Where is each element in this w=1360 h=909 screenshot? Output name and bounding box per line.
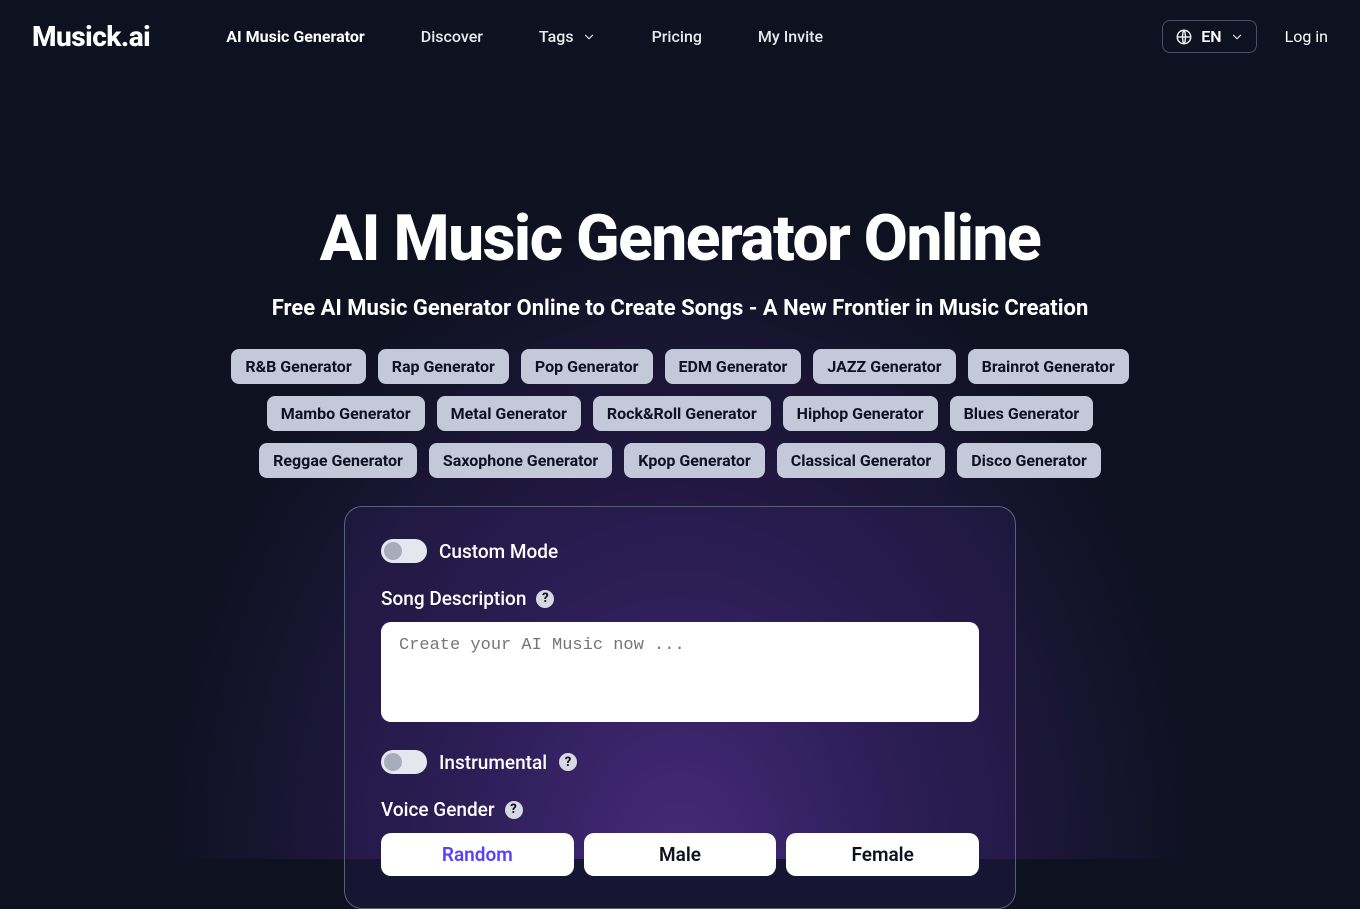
- main-nav: AI Music Generator Discover Tags Pricing…: [226, 27, 823, 46]
- nav-pricing[interactable]: Pricing: [652, 27, 702, 46]
- globe-icon: [1175, 28, 1193, 46]
- tag-rockroll[interactable]: Rock&Roll Generator: [593, 396, 771, 431]
- tag-pop[interactable]: Pop Generator: [521, 349, 653, 384]
- generator-form: Custom Mode Song Description ? Instrumen…: [344, 506, 1016, 909]
- tag-jazz[interactable]: JAZZ Generator: [813, 349, 955, 384]
- help-icon[interactable]: ?: [559, 753, 577, 771]
- nav-my-invite[interactable]: My Invite: [758, 27, 823, 46]
- tag-metal[interactable]: Metal Generator: [437, 396, 581, 431]
- custom-mode-toggle[interactable]: [381, 539, 427, 563]
- logo[interactable]: Musick.ai: [32, 20, 150, 53]
- tag-disco[interactable]: Disco Generator: [957, 443, 1101, 478]
- song-description-label: Song Description: [381, 587, 526, 610]
- tag-edm[interactable]: EDM Generator: [665, 349, 802, 384]
- tag-mambo[interactable]: Mambo Generator: [267, 396, 425, 431]
- tag-blues[interactable]: Blues Generator: [950, 396, 1094, 431]
- nav-tags-label: Tags: [539, 27, 574, 46]
- nav-tags[interactable]: Tags: [539, 27, 596, 46]
- instrumental-toggle[interactable]: [381, 750, 427, 774]
- tag-reggae[interactable]: Reggae Generator: [259, 443, 417, 478]
- chevron-down-icon: [1230, 30, 1244, 44]
- tag-classical[interactable]: Classical Generator: [777, 443, 945, 478]
- language-selector[interactable]: EN: [1162, 20, 1256, 53]
- login-link[interactable]: Log in: [1285, 27, 1328, 46]
- chevron-down-icon: [582, 30, 596, 44]
- tag-brainrot[interactable]: Brainrot Generator: [968, 349, 1129, 384]
- tag-saxophone[interactable]: Saxophone Generator: [429, 443, 612, 478]
- nav-ai-music-generator[interactable]: AI Music Generator: [226, 27, 365, 46]
- help-icon[interactable]: ?: [505, 801, 523, 819]
- voice-random-button[interactable]: Random: [381, 833, 574, 876]
- tag-rap[interactable]: Rap Generator: [378, 349, 509, 384]
- song-description-input[interactable]: [381, 622, 979, 722]
- tag-rnb[interactable]: R&B Generator: [231, 349, 365, 384]
- tag-hiphop[interactable]: Hiphop Generator: [783, 396, 938, 431]
- nav-discover[interactable]: Discover: [421, 27, 483, 46]
- voice-female-button[interactable]: Female: [786, 833, 979, 876]
- page-subtitle: Free AI Music Generator Online to Create…: [0, 296, 1360, 321]
- genre-tags: R&B Generator Rap Generator Pop Generato…: [220, 349, 1140, 478]
- voice-male-button[interactable]: Male: [584, 833, 777, 876]
- language-label: EN: [1201, 27, 1221, 46]
- page-title: AI Music Generator Online: [0, 201, 1360, 276]
- voice-gender-label: Voice Gender: [381, 798, 495, 821]
- instrumental-label: Instrumental: [439, 751, 547, 774]
- help-icon[interactable]: ?: [536, 590, 554, 608]
- tag-kpop[interactable]: Kpop Generator: [624, 443, 765, 478]
- custom-mode-label: Custom Mode: [439, 540, 558, 563]
